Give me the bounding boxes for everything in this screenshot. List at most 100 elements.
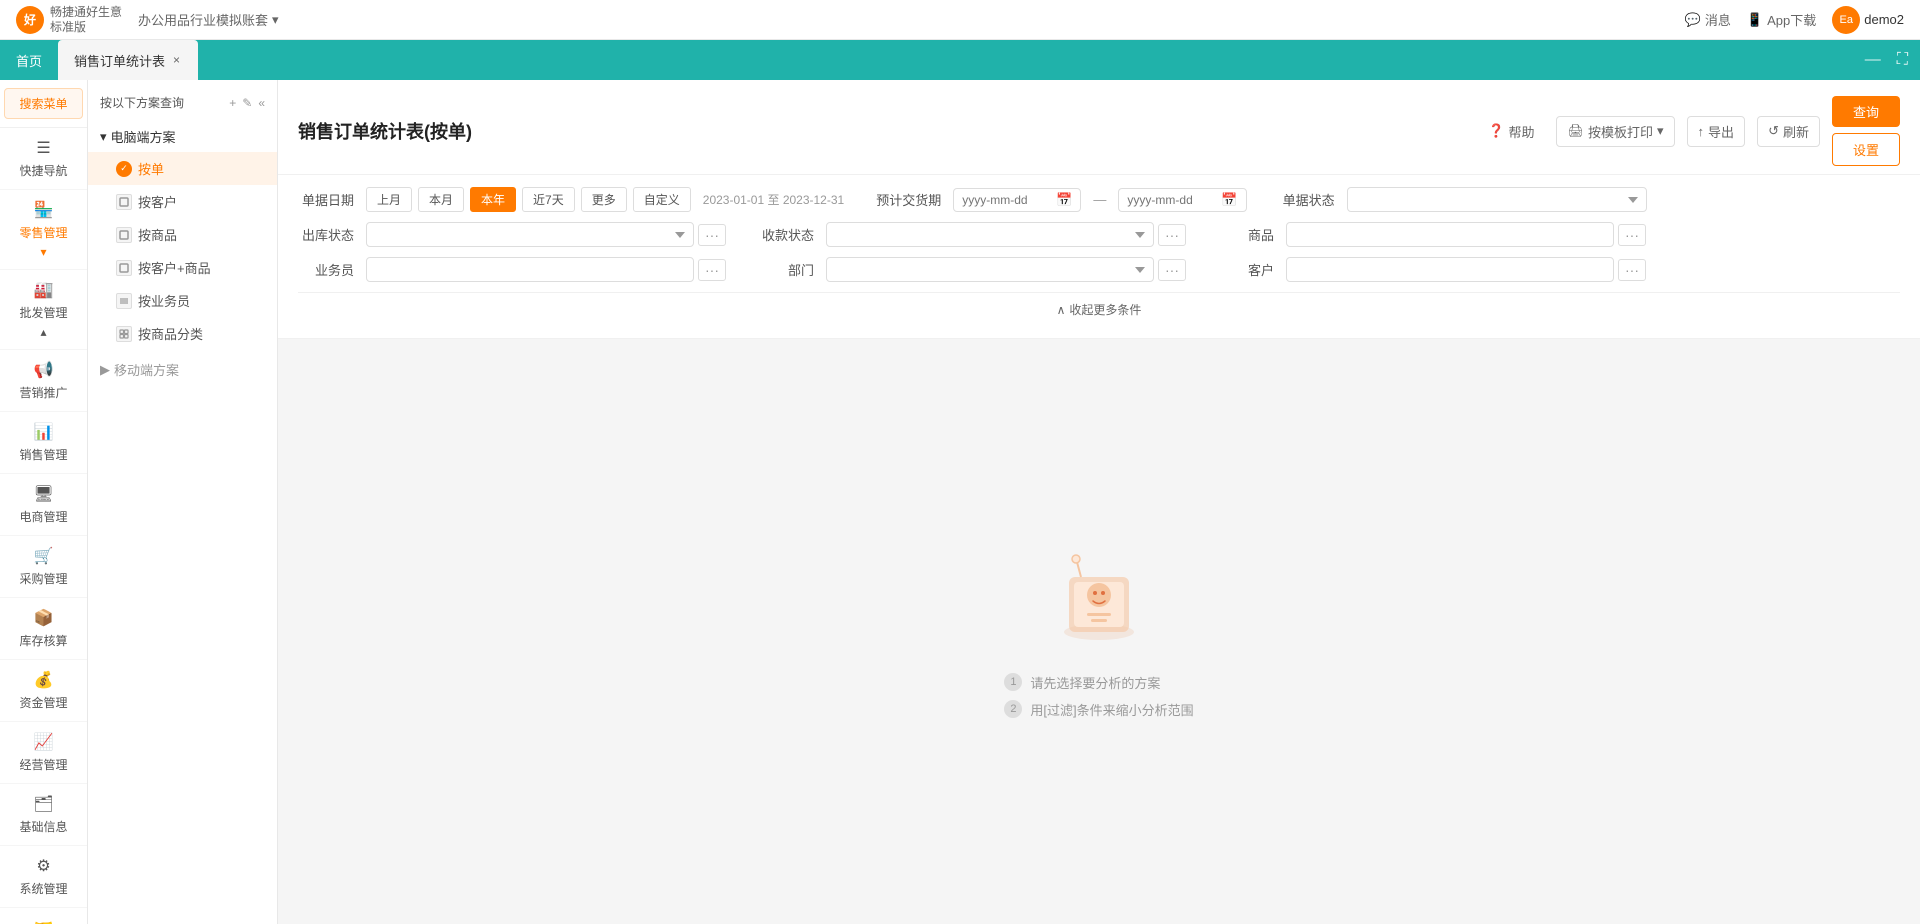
avatar: Ea: [1832, 6, 1860, 34]
purchase-icon: 🛒: [34, 546, 54, 566]
scheme-active-icon: ✓: [116, 161, 132, 177]
app-selector[interactable]: 办公用品行业模拟账套 ▾: [130, 6, 287, 33]
date-separator: —: [1093, 192, 1106, 207]
scheme-item-by-customer-goods[interactable]: 按客户+商品: [88, 251, 277, 284]
date-filter-label: 单据日期: [298, 190, 354, 209]
retail-arrow-icon: ▾: [40, 245, 46, 259]
tab-bar: 首页 销售订单统计表 × — ⛶: [0, 40, 1920, 80]
scheme-item-by-order[interactable]: ✓ 按单: [88, 152, 277, 185]
receipt-status-select[interactable]: [826, 222, 1154, 247]
tab-close-icon[interactable]: ×: [171, 51, 182, 69]
sidebar-item-system[interactable]: ⚙ 系统管理: [0, 846, 87, 908]
dept-more-icon[interactable]: ···: [1158, 259, 1186, 281]
desktop-group-title[interactable]: ▾ 电脑端方案: [88, 121, 277, 152]
expected-date-start-wrap: 📅: [953, 188, 1081, 212]
sidebar-search-btn[interactable]: 搜索菜单: [4, 88, 83, 119]
goods-more-icon[interactable]: ···: [1618, 224, 1646, 246]
collapse-filter-button[interactable]: ∧ 收起更多条件: [298, 293, 1900, 326]
user-info[interactable]: Ea demo2: [1832, 6, 1904, 34]
operations-icon: 📈: [34, 732, 54, 752]
collapse-panel-button[interactable]: «: [258, 96, 265, 110]
sidebar-item-wholesale[interactable]: 🏭 批发管理 ▴: [0, 270, 87, 350]
query-button[interactable]: 查询: [1832, 96, 1900, 127]
help-button[interactable]: ❓ 帮助: [1478, 117, 1544, 146]
status-select[interactable]: [1347, 187, 1647, 212]
edit-scheme-button[interactable]: ✎: [242, 96, 252, 110]
marketing-icon: 📢: [34, 360, 54, 380]
scheme-item-by-customer[interactable]: 按客户: [88, 185, 277, 218]
sidebar-item-operations[interactable]: 📈 经营管理: [0, 722, 87, 784]
dept-label: 部门: [758, 260, 814, 279]
sales-icon: 📊: [34, 422, 54, 442]
download-icon: 📱: [1747, 12, 1763, 28]
refresh-button[interactable]: ↺ 刷新: [1757, 116, 1820, 147]
top-bar-left: 好 畅捷通好生意 标准版 办公用品行业模拟账套 ▾: [16, 5, 287, 34]
sidebar-item-ecommerce[interactable]: 🖥 电商管理: [0, 474, 87, 536]
tab-maximize-icon[interactable]: ⛶: [1893, 47, 1912, 73]
finance-icon: 💰: [34, 670, 54, 690]
export-button[interactable]: ↑ 导出: [1687, 116, 1746, 147]
top-bar-right: 💬 消息 📱 App下载 Ea demo2: [1685, 6, 1904, 34]
mobile-arrow-icon: ▶: [100, 362, 110, 378]
template-print-button[interactable]: 🖨 按模板打印 ▾: [1556, 116, 1674, 147]
content-area: 按以下方案查询 + ✎ « ▾ 电脑端方案 ✓ 按单: [88, 80, 1920, 924]
goods-input[interactable]: [1286, 222, 1614, 247]
page-actions: ❓ 帮助 🖨 按模板打印 ▾ ↑ 导出 ↺ 刷新: [1478, 96, 1900, 166]
sidebar-item-enterprise[interactable]: 🤝 企业协同: [0, 908, 87, 924]
date-btn-last-month[interactable]: 上月: [366, 187, 412, 212]
message-button[interactable]: 💬 消息: [1685, 10, 1731, 29]
print-icon: 🖨: [1567, 123, 1584, 139]
scheme-item-by-category[interactable]: 按商品分类: [88, 317, 277, 350]
date-btn-more[interactable]: 更多: [581, 187, 627, 212]
empty-illustration: [1039, 537, 1159, 657]
top-bar: 好 畅捷通好生意 标准版 办公用品行业模拟账套 ▾ 💬 消息 📱 App下载 E…: [0, 0, 1920, 40]
scheme-item-by-goods[interactable]: 按商品: [88, 218, 277, 251]
sidebar-item-basic[interactable]: 🗂 基础信息: [0, 784, 87, 846]
tab-home[interactable]: 首页: [0, 40, 58, 80]
expected-date-start-input[interactable]: [962, 193, 1052, 207]
receipt-status-more-icon[interactable]: ···: [1158, 224, 1186, 246]
salesman-more-icon[interactable]: ···: [698, 259, 726, 281]
shipment-status-more-icon[interactable]: ···: [698, 224, 726, 246]
empty-state: 1 请先选择要分析的方案 2 用[过滤]条件来缩小分析范围: [278, 339, 1920, 924]
sidebar-item-retail[interactable]: 🏪 零售管理 ▾: [0, 190, 87, 270]
group-arrow-icon: ▾: [100, 129, 107, 145]
expected-date-end-wrap: 📅: [1118, 188, 1246, 212]
settings-button[interactable]: 设置: [1832, 133, 1900, 166]
help-icon: ❓: [1488, 123, 1504, 139]
salesman-input[interactable]: [366, 257, 694, 282]
sidebar-item-inventory[interactable]: 📦 库存核算: [0, 598, 87, 660]
date-btn-this-year[interactable]: 本年: [470, 187, 516, 212]
salesman-label: 业务员: [298, 260, 354, 279]
filter-row-status: 出库状态 ··· 收款状态 ··· 商品 ···: [298, 222, 1900, 247]
date-btn-this-month[interactable]: 本月: [418, 187, 464, 212]
tab-sales-order[interactable]: 销售订单统计表 ×: [58, 40, 198, 80]
retail-icon: 🏪: [34, 200, 54, 220]
calendar-icon: 📅: [1056, 192, 1072, 208]
date-btn-7days[interactable]: 近7天: [522, 187, 575, 212]
tab-minimize-icon[interactable]: —: [1861, 47, 1885, 73]
date-btn-custom[interactable]: 自定义: [633, 187, 691, 212]
app-download-button[interactable]: 📱 App下载: [1747, 10, 1816, 29]
sidebar-item-finance[interactable]: 💰 资金管理: [0, 660, 87, 722]
right-content: 销售订单统计表(按单) ❓ 帮助 🖨 按模板打印 ▾ ↑ 导出: [278, 80, 1920, 924]
page-title: 销售订单统计表(按单): [298, 118, 472, 144]
shipment-status-select[interactable]: [366, 222, 694, 247]
goods-label: 商品: [1218, 225, 1274, 244]
dept-select[interactable]: [826, 257, 1154, 282]
receipt-status-label: 收款状态: [758, 225, 814, 244]
customer-more-icon[interactable]: ···: [1618, 259, 1646, 281]
chevron-down-icon: ▾: [272, 12, 279, 28]
filter-row-more: 业务员 ··· 部门 ··· 客户 ···: [298, 257, 1900, 282]
sidebar-item-sales[interactable]: 📊 销售管理: [0, 412, 87, 474]
left-panel-header: 按以下方案查询 + ✎ «: [88, 88, 277, 117]
scheme-item-by-salesman[interactable]: 按业务员: [88, 284, 277, 317]
sidebar-item-purchase[interactable]: 🛒 采购管理: [0, 536, 87, 598]
add-scheme-button[interactable]: +: [229, 96, 236, 110]
customer-input[interactable]: [1286, 257, 1614, 282]
sidebar-item-marketing[interactable]: 📢 营销推广: [0, 350, 87, 412]
expected-date-end-input[interactable]: [1127, 193, 1217, 207]
mobile-scheme-group[interactable]: ▶ 移动端方案: [88, 354, 277, 385]
sidebar-item-quick-nav[interactable]: ☰ 快捷导航: [0, 128, 87, 190]
user-name: demo2: [1864, 12, 1904, 27]
